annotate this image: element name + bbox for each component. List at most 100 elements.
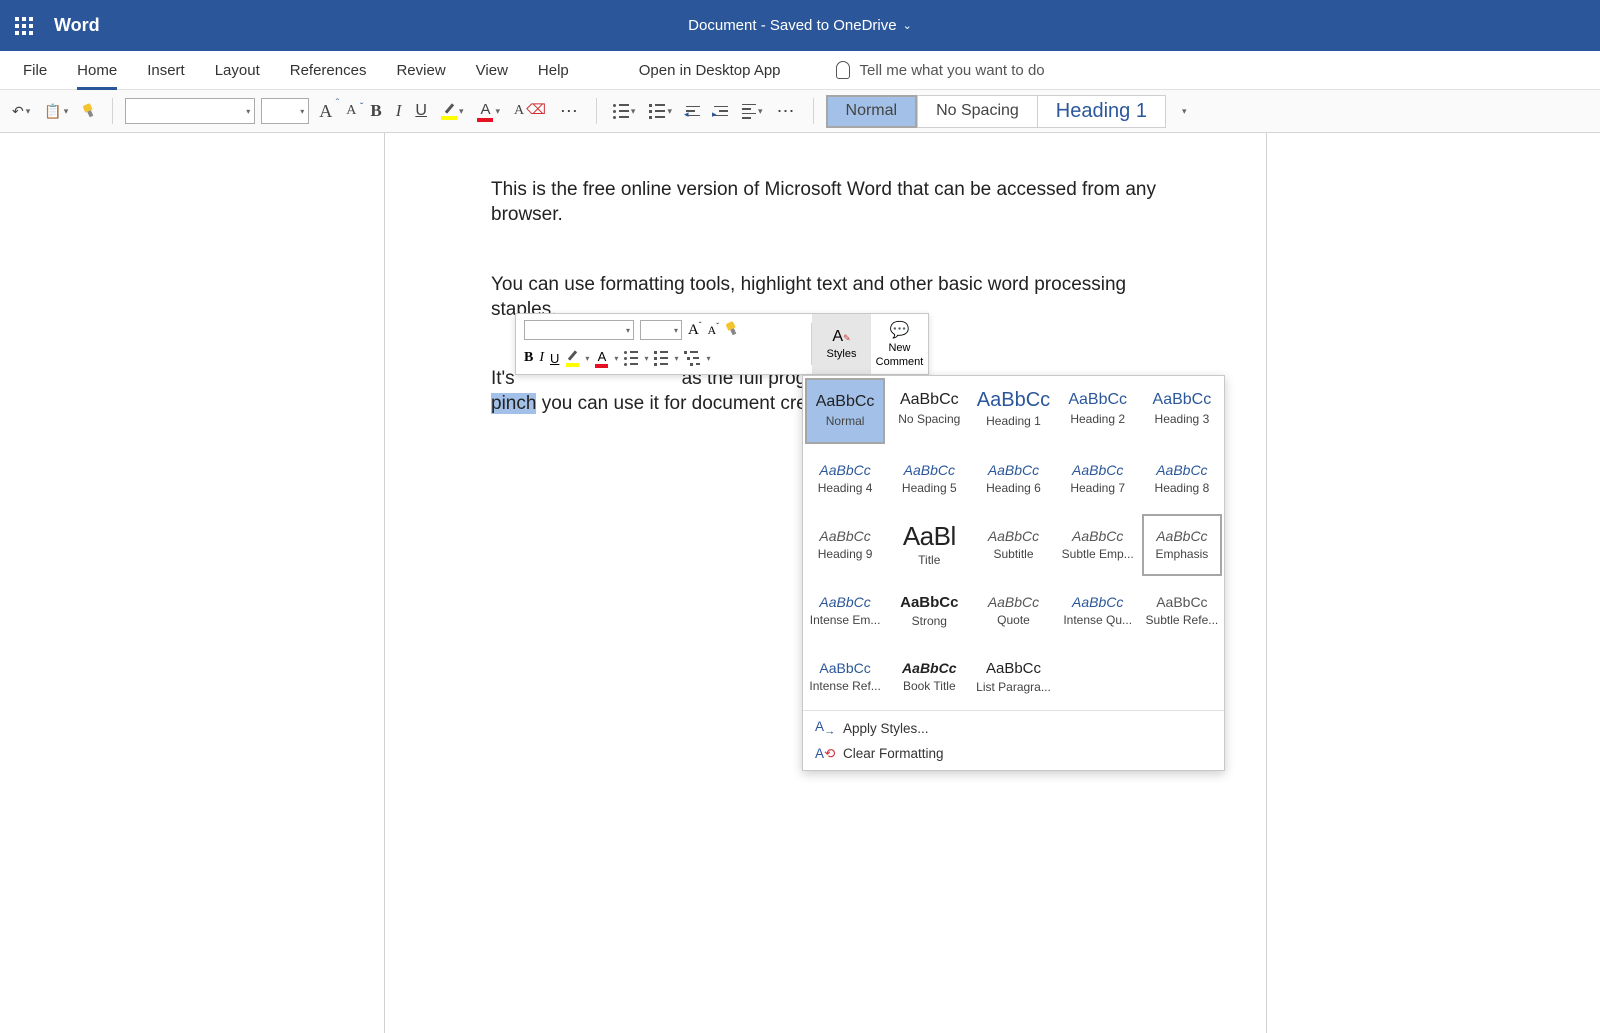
style-gallery-item[interactable]: AaBbCcStrong	[887, 578, 971, 644]
font-size-select[interactable]: ▾	[261, 98, 309, 124]
mini-format-painter-button[interactable]	[725, 322, 739, 339]
document-title-dropdown[interactable]: Document - Saved to OneDrive ⌄	[688, 17, 912, 34]
style-normal-button[interactable]: Normal	[826, 95, 918, 128]
style-heading1-button[interactable]: Heading 1	[1038, 95, 1166, 128]
style-label: Heading 9	[818, 547, 873, 561]
mini-styles-button[interactable]: A✎ Styles	[812, 314, 870, 374]
align-button[interactable]: ▾	[738, 102, 767, 121]
mini-new-comment-button[interactable]: 💬 New Comment	[870, 314, 928, 374]
style-gallery-item[interactable]: AaBbCcBook Title	[887, 644, 971, 710]
mini-numbering-button[interactable]	[654, 351, 668, 366]
style-sample: AaBbCc	[1156, 463, 1207, 477]
style-sample: AaBbCc	[819, 661, 870, 675]
style-gallery-item[interactable]: AaBbCcSubtitle	[971, 512, 1055, 578]
increase-indent-icon: ▸	[714, 106, 728, 117]
mini-grow-font-button[interactable]: Aˆ	[688, 321, 702, 339]
style-gallery-item[interactable]: AaBbCcHeading 2	[1056, 376, 1140, 442]
font-color-button[interactable]: A▾	[473, 99, 504, 124]
style-gallery-item[interactable]: AaBbCcIntense Ref...	[803, 644, 887, 710]
increase-indent-button[interactable]: ▸	[710, 104, 732, 119]
styles-expand-button[interactable]: ▾	[1178, 104, 1191, 119]
tab-file[interactable]: File	[8, 51, 62, 89]
open-in-desktop-button[interactable]: Open in Desktop App	[624, 51, 796, 89]
style-sample: AaBbCc	[1156, 595, 1207, 609]
undo-button[interactable]: ↶▾	[8, 101, 34, 122]
style-label: Normal	[826, 414, 865, 428]
apply-styles-button[interactable]: A→ Apply Styles...	[803, 715, 1224, 742]
mini-shrink-font-button[interactable]: Aˇ	[708, 322, 719, 338]
style-gallery-item[interactable]: AaBbCcNormal	[805, 378, 885, 444]
mini-size-select[interactable]: ▾	[640, 320, 682, 340]
decrease-indent-button[interactable]: ◂	[682, 104, 704, 119]
tab-references[interactable]: References	[275, 51, 382, 89]
style-gallery-item[interactable]: AaBbCcNo Spacing	[887, 376, 971, 442]
style-sample: AaBbCc	[988, 529, 1039, 543]
style-gallery-item[interactable]: AaBlTitle	[887, 512, 971, 578]
mini-underline-button[interactable]: U	[550, 351, 559, 366]
style-gallery-item[interactable]: AaBbCcHeading 4	[803, 446, 887, 512]
bullets-icon	[613, 104, 629, 119]
style-gallery-item[interactable]: AaBbCcHeading 9	[803, 512, 887, 578]
app-launcher-button[interactable]	[0, 17, 48, 35]
paste-button[interactable]: 📋▾	[40, 101, 72, 122]
tell-me-search[interactable]: Tell me what you want to do	[836, 61, 1045, 79]
mini-font-select[interactable]: ▾	[524, 320, 634, 340]
style-gallery-item[interactable]: AaBbCcSubtle Refe...	[1140, 578, 1224, 644]
mini-highlight-button[interactable]	[565, 349, 579, 367]
document-title-text: Document - Saved to OneDrive	[688, 17, 896, 34]
tab-help[interactable]: Help	[523, 51, 584, 89]
mini-bold-button[interactable]: B	[524, 350, 533, 366]
style-label: Heading 8	[1155, 481, 1210, 495]
clear-formatting-button[interactable]: A⌫	[510, 101, 550, 122]
bold-button[interactable]: B	[366, 99, 385, 123]
tab-home[interactable]: Home	[62, 51, 132, 89]
format-painter-button[interactable]	[78, 102, 100, 120]
style-gallery-item[interactable]: AaBbCcHeading 6	[971, 446, 1055, 512]
italic-button[interactable]: I	[392, 99, 406, 123]
mini-bullets-button[interactable]	[624, 351, 638, 366]
style-label: Heading 4	[818, 481, 873, 495]
highlight-button[interactable]: ▾	[437, 100, 468, 122]
numbering-icon	[654, 351, 668, 366]
style-label: Heading 3	[1155, 412, 1210, 426]
clear-formatting-menu-button[interactable]: A⟲ Clear Formatting	[803, 742, 1224, 766]
style-gallery-item[interactable]: AaBbCcHeading 3	[1140, 376, 1224, 442]
selected-text: pinch	[491, 393, 536, 414]
style-gallery-item[interactable]: AaBbCcHeading 7	[1056, 446, 1140, 512]
style-gallery-item[interactable]: AaBbCcSubtle Emp...	[1056, 512, 1140, 578]
style-gallery-item[interactable]: AaBbCc Heading 8	[1140, 446, 1224, 512]
style-sample: AaBbCc	[1068, 392, 1127, 408]
more-font-options-button[interactable]: ⋯	[556, 101, 584, 122]
tab-insert[interactable]: Insert	[132, 51, 200, 89]
tab-review[interactable]: Review	[381, 51, 460, 89]
numbering-button[interactable]: ▾	[645, 102, 676, 121]
lightbulb-icon	[836, 61, 850, 79]
style-gallery-item[interactable]: AaBbCcIntense Qu...	[1056, 578, 1140, 644]
underline-button[interactable]: U	[411, 100, 431, 122]
style-sample: AaBl	[903, 523, 956, 549]
tab-layout[interactable]: Layout	[200, 51, 275, 89]
chevron-down-icon: ⌄	[903, 19, 912, 32]
style-gallery-item[interactable]: AaBbCcList Paragra...	[971, 644, 1055, 710]
style-gallery-item[interactable]: AaBbCcIntense Em...	[803, 578, 887, 644]
style-gallery-item[interactable]: AaBbCcHeading 5	[887, 446, 971, 512]
style-sample: AaBbCc	[986, 661, 1041, 676]
grow-font-button[interactable]: A	[315, 101, 336, 122]
style-gallery-item[interactable]: AaBbCcEmphasis	[1140, 512, 1224, 578]
more-paragraph-options-button[interactable]: ⋯	[773, 101, 801, 122]
style-gallery-item[interactable]: AaBbCcQuote	[971, 578, 1055, 644]
mini-multilevel-button[interactable]	[684, 351, 700, 366]
style-label: No Spacing	[898, 412, 960, 426]
style-sample: AaBbCc	[1072, 463, 1123, 477]
bullets-icon	[624, 351, 638, 366]
font-family-select[interactable]: ▾	[125, 98, 255, 124]
style-nospacing-button[interactable]: No Spacing	[917, 95, 1038, 128]
tab-view[interactable]: View	[461, 51, 523, 89]
style-gallery-item[interactable]: AaBbCcHeading 1	[971, 376, 1055, 442]
mini-italic-button[interactable]: I	[539, 350, 544, 366]
bullets-button[interactable]: ▾	[609, 102, 640, 121]
shrink-font-button[interactable]: A	[342, 103, 360, 119]
styles-gallery-panel: AaBbCcNormalAaBbCcNo SpacingAaBbCcHeadin…	[802, 375, 1225, 771]
mini-font-color-button[interactable]: A	[595, 349, 608, 368]
style-label: Heading 6	[986, 481, 1041, 495]
